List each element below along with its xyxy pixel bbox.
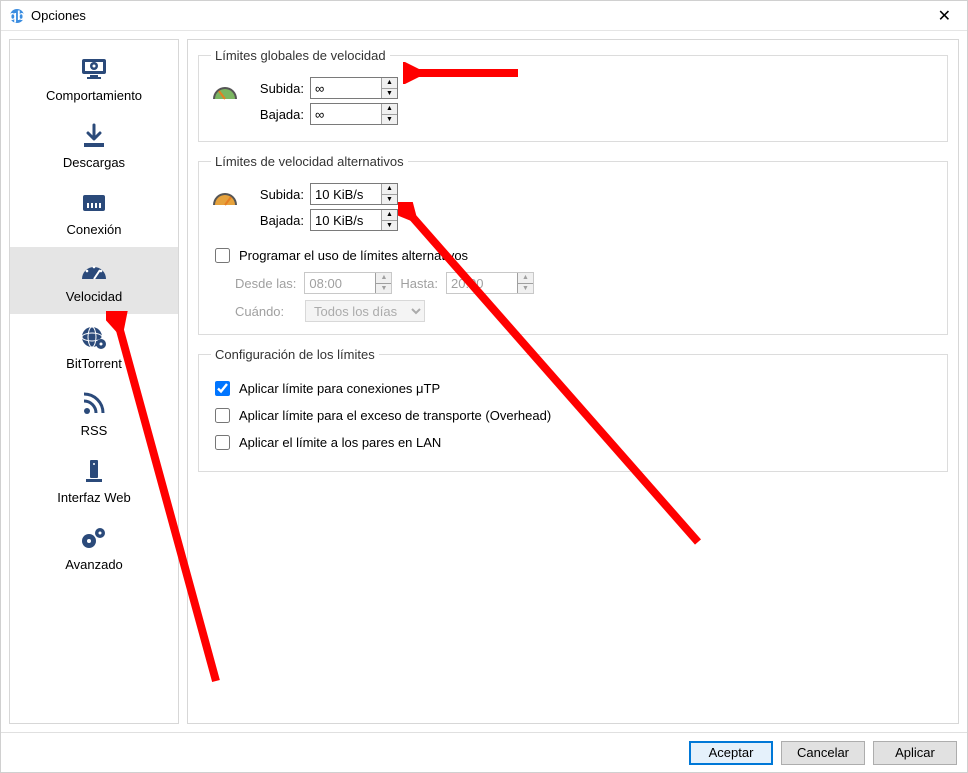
svg-text:qb: qb [9, 8, 25, 23]
spin-down[interactable]: ▼ [382, 195, 397, 205]
globe-gear-icon [77, 322, 111, 352]
close-button[interactable]: ✕ [930, 2, 959, 30]
sidebar-item-avanzado[interactable]: Avanzado [10, 515, 178, 582]
schedule-label: Programar el uso de límites alternativos [239, 248, 468, 263]
sidebar-label: Velocidad [66, 289, 122, 304]
sidebar-label: BitTorrent [66, 356, 122, 371]
alt-download-label: Bajada: [249, 213, 304, 228]
sidebar-item-velocidad[interactable]: Velocidad [10, 247, 178, 314]
when-label: Cuándo: [235, 304, 297, 319]
global-limits-group: Límites globales de velocidad Subida: ▲▼ [198, 48, 948, 142]
from-label: Desde las: [235, 276, 296, 291]
overhead-checkbox[interactable] [215, 408, 230, 423]
global-upload-input[interactable] [311, 78, 381, 98]
app-icon: qb [9, 8, 25, 24]
monitor-gear-icon [77, 54, 111, 84]
sidebar-label: RSS [81, 423, 108, 438]
lan-label: Aplicar el límite a los pares en LAN [239, 435, 441, 450]
alt-limits-group: Límites de velocidad alternativos Subida… [198, 154, 948, 335]
spin-up[interactable]: ▲ [382, 184, 397, 195]
sidebar-label: Avanzado [65, 557, 123, 572]
global-limits-legend: Límites globales de velocidad [211, 48, 390, 63]
ethernet-icon [77, 188, 111, 218]
cancel-button[interactable]: Cancelar [781, 741, 865, 765]
sidebar-label: Comportamiento [46, 88, 142, 103]
sidebar-label: Interfaz Web [57, 490, 130, 505]
main-panel: Límites globales de velocidad Subida: ▲▼ [187, 39, 959, 724]
when-select: Todos los días [305, 300, 425, 322]
spin-down[interactable]: ▼ [382, 115, 397, 125]
sidebar-item-conexion[interactable]: Conexión [10, 180, 178, 247]
spin-down[interactable]: ▼ [382, 221, 397, 231]
sidebar-item-descargas[interactable]: Descargas [10, 113, 178, 180]
gears-icon [77, 523, 111, 553]
schedule-checkbox[interactable] [215, 248, 230, 263]
limit-config-group: Configuración de los límites Aplicar lím… [198, 347, 948, 472]
rss-icon [77, 389, 111, 419]
limit-config-legend: Configuración de los límites [211, 347, 379, 362]
from-time-spin: ▲▼ [304, 272, 392, 294]
speedometer-icon [77, 255, 111, 285]
to-label: Hasta: [400, 276, 438, 291]
sidebar-item-interfaz-web[interactable]: Interfaz Web [10, 448, 178, 515]
alt-download-input[interactable] [311, 210, 381, 230]
sidebar: Comportamiento Descargas Conexión Veloci… [9, 39, 179, 724]
lan-checkbox[interactable] [215, 435, 230, 450]
window-title: Opciones [31, 8, 930, 23]
spin-up[interactable]: ▲ [382, 210, 397, 221]
alt-upload-spin[interactable]: ▲▼ [310, 183, 398, 205]
spin-up[interactable]: ▲ [382, 104, 397, 115]
spin-down[interactable]: ▼ [382, 89, 397, 99]
sidebar-label: Descargas [63, 155, 125, 170]
apply-button[interactable]: Aplicar [873, 741, 957, 765]
server-icon [77, 456, 111, 486]
from-time-input [305, 273, 375, 293]
download-icon [77, 121, 111, 151]
sidebar-label: Conexión [67, 222, 122, 237]
utp-label: Aplicar límite para conexiones μTP [239, 381, 440, 396]
speedometer-green-icon [211, 79, 239, 101]
utp-checkbox[interactable] [215, 381, 230, 396]
to-time-input [447, 273, 517, 293]
sidebar-item-comportamiento[interactable]: Comportamiento [10, 46, 178, 113]
ok-button[interactable]: Aceptar [689, 741, 773, 765]
to-time-spin: ▲▼ [446, 272, 534, 294]
speedometer-orange-icon [211, 185, 239, 207]
overhead-label: Aplicar límite para el exceso de transpo… [239, 408, 551, 423]
alt-upload-label: Subida: [249, 187, 304, 202]
download-label: Bajada: [249, 107, 304, 122]
alt-download-spin[interactable]: ▲▼ [310, 209, 398, 231]
sidebar-item-rss[interactable]: RSS [10, 381, 178, 448]
global-download-spin[interactable]: ▲▼ [310, 103, 398, 125]
global-download-input[interactable] [311, 104, 381, 124]
sidebar-item-bittorrent[interactable]: BitTorrent [10, 314, 178, 381]
upload-label: Subida: [249, 81, 304, 96]
global-upload-spin[interactable]: ▲▼ [310, 77, 398, 99]
spin-up[interactable]: ▲ [382, 78, 397, 89]
alt-limits-legend: Límites de velocidad alternativos [211, 154, 408, 169]
alt-upload-input[interactable] [311, 184, 381, 204]
